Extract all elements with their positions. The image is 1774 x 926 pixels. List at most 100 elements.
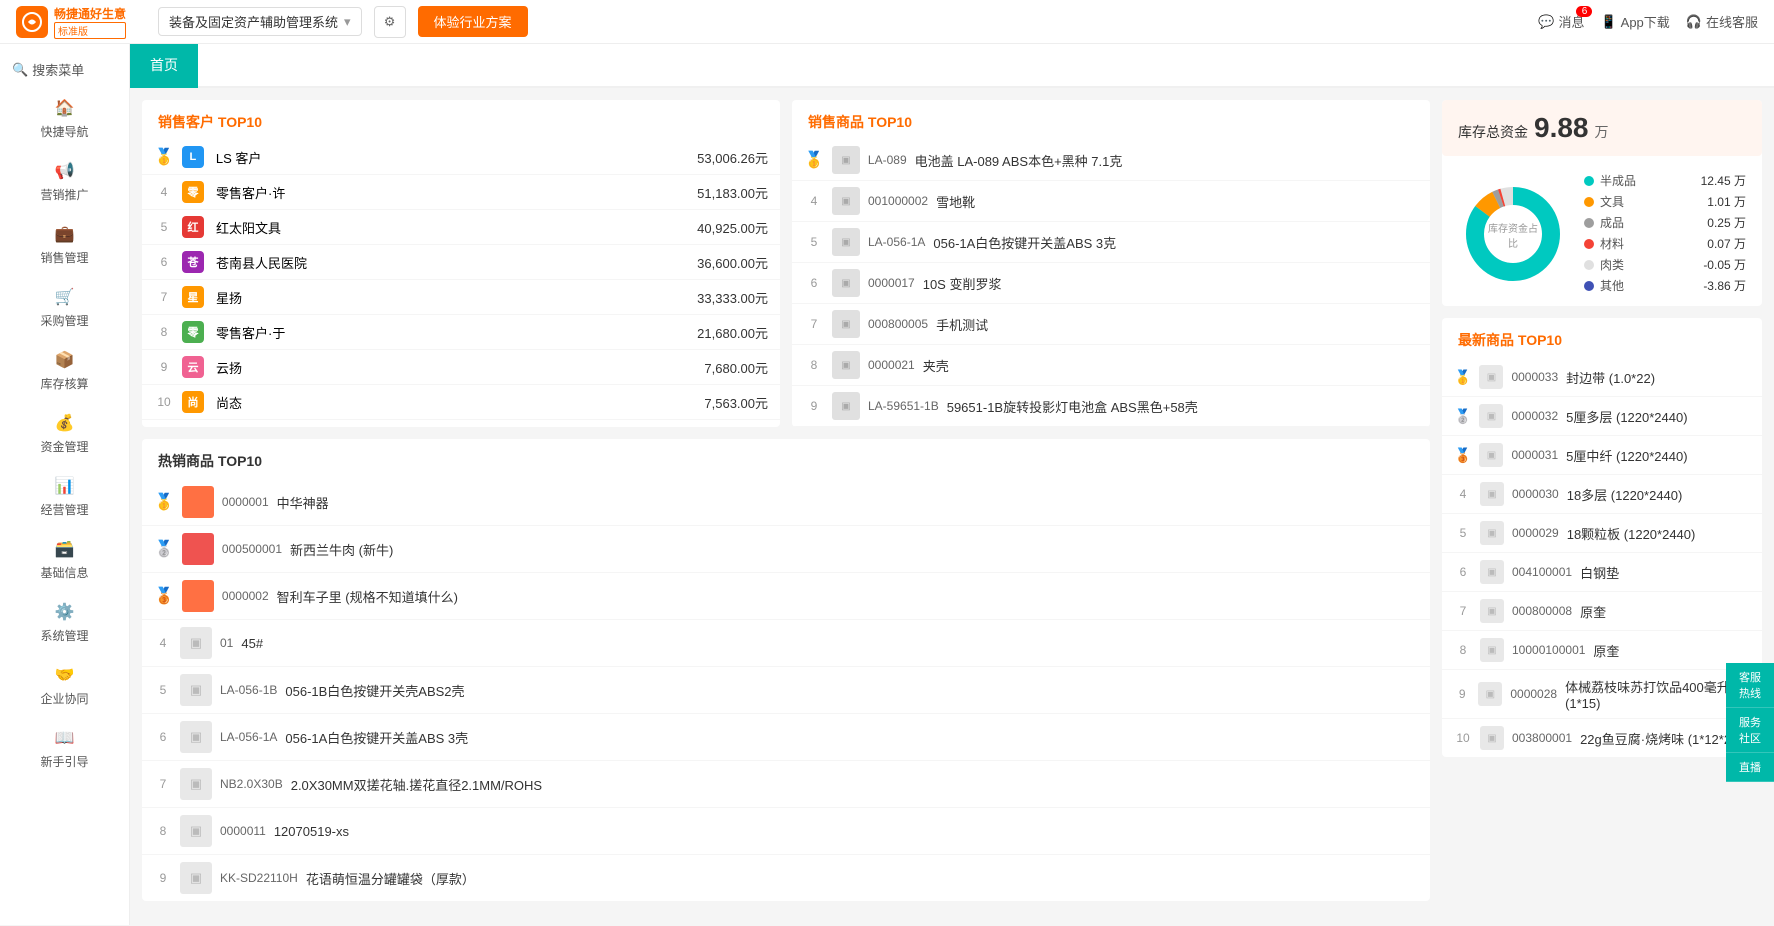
top-sales-products-card: 销售商品 TOP10 🥇 ▣ LA-089 电池盖 LA-089 ABS本色+黑… (792, 100, 1430, 427)
rank-number: 9 (1454, 687, 1470, 701)
rank-number: 5 (154, 683, 172, 697)
sidebar-item-10[interactable]: 📖新手引导 (0, 717, 129, 780)
sidebar-label-5: 资金管理 (40, 438, 88, 455)
customer-avatar: 苍 (182, 251, 204, 273)
top-customer-row: 4 零 零售客户·许 51,183.00元 (142, 175, 780, 210)
sidebar-item-0[interactable]: 🏠快捷导航 (0, 87, 129, 150)
rank-number: 9 (154, 871, 172, 885)
top-customer-row: 🥇 L LS 客户 53,006.26元 (142, 140, 780, 175)
sidebar-item-8[interactable]: ⚙️系统管理 (0, 591, 129, 654)
tab-home[interactable]: 首页 (130, 44, 198, 88)
sidebar-item-3[interactable]: 🛒采购管理 (0, 276, 129, 339)
online-service-button[interactable]: 🎧 在线客服 (1686, 12, 1758, 31)
hot-product-code: LA-056-1A (220, 730, 277, 744)
customer-avatar: 尚 (182, 391, 204, 413)
sidebar-item-6[interactable]: 📊经营管理 (0, 465, 129, 528)
search-menu-button[interactable]: 🔍 搜索菜单 (0, 52, 129, 87)
product-placeholder: ▣ (180, 627, 212, 659)
newest-product-row: 🥈 ▣ 0000032 5厘多层 (1220*2440) (1442, 397, 1762, 436)
hot-product-row: 9▣ KK-SD22110H 花语萌恒温分罐罐袋（厚款） (142, 855, 1430, 901)
search-icon: 🔍 (12, 62, 28, 78)
top-customer-row: 6 苍 苍南县人民医院 36,600.00元 (142, 245, 780, 280)
message-icon: 💬 (1538, 14, 1554, 30)
content-area: 销售客户 TOP10 🥇 L LS 客户 53,006.26元4 零 零售客户·… (130, 88, 1774, 925)
top-sales-product-row: 7 ▣ 000800005 手机测试 (792, 304, 1430, 345)
sidebar-item-4[interactable]: 📦库存核算 (0, 339, 129, 402)
product-placeholder: ▣ (180, 721, 212, 753)
customer-amount: 7,680.00元 (704, 358, 768, 377)
settings-button[interactable]: ⚙ (374, 6, 406, 38)
hot-product-code: 0000011 (220, 824, 266, 838)
sidebar-icon-1: 📢 (54, 160, 76, 182)
product-img-placeholder: ▣ (1480, 599, 1504, 623)
sidebar-item-2[interactable]: 💼 销售管理 (0, 213, 129, 276)
float-btn-1[interactable]: 服务 社区 (1726, 708, 1774, 753)
float-btn-2[interactable]: 直播 (1726, 753, 1774, 782)
product-img-placeholder: ▣ (1480, 726, 1504, 750)
app-download-button[interactable]: 📱 App下载 (1600, 12, 1669, 31)
sidebar-item-1[interactable]: 📢 营销推广 (0, 150, 129, 213)
rank-number: 5 (154, 220, 174, 234)
sidebar-item-5[interactable]: 💰资金管理 (0, 402, 129, 465)
messages-button[interactable]: 💬 消息 6 (1538, 12, 1584, 31)
hot-products-title: 热销商品 TOP10 (142, 439, 1430, 479)
sidebar-label-8: 系统管理 (40, 627, 88, 644)
hot-product-name: 2.0X30MM双搓花轴.搓花直径2.1MM/ROHS (291, 775, 542, 794)
legend-item: 成品 0.25 万 (1584, 214, 1746, 231)
product-placeholder: ▣ (180, 862, 212, 894)
newest-product-row: 8 ▣ 10000100001 原奎 (1442, 631, 1762, 670)
legend-dot (1584, 176, 1594, 186)
newest-product-row: 7 ▣ 000800008 原奎 (1442, 592, 1762, 631)
sidebar-item-9[interactable]: 🤝企业协同 (0, 654, 129, 717)
sidebar-item-7[interactable]: 🗃️基础信息 (0, 528, 129, 591)
newest-product-code: 0000028 (1510, 687, 1557, 701)
inventory-total: 库存总资金 9.88 万 (1458, 112, 1746, 144)
customer-name: LS 客户 (216, 148, 689, 167)
medal-icon: 🥇 (154, 492, 174, 512)
newest-product-code: 003800001 (1512, 731, 1572, 745)
rank-number: 4 (154, 636, 172, 650)
rank-number: 4 (1454, 487, 1472, 501)
sidebar-label-1: 营销推广 (40, 186, 88, 203)
sidebar-label-2: 销售管理 (40, 249, 88, 266)
legend-value: 1.01 万 (1707, 193, 1746, 210)
rank-number: 6 (154, 730, 172, 744)
hot-product-row: 🥈 000500001 新西兰牛肉 (新牛) (142, 526, 1430, 573)
product-name: 056-1A白色按键开关盖ABS 3克 (933, 233, 1418, 252)
product-img: ▣ (832, 228, 860, 256)
newest-product-code: 0000029 (1512, 526, 1559, 540)
system-selector[interactable]: 装备及固定资产辅助管理系统 ▾ (158, 7, 362, 36)
sidebar-icon-2: 💼 (54, 223, 76, 245)
hot-product-code: LA-056-1B (220, 683, 277, 697)
hot-product-name: 12070519-xs (274, 824, 349, 839)
phone-icon: 📱 (1600, 14, 1616, 30)
trial-button[interactable]: 体验行业方案 (418, 6, 528, 37)
sidebar-icon-7: 🗃️ (54, 538, 76, 560)
float-btn-0[interactable]: 客服 热线 (1726, 663, 1774, 708)
newest-product-row: 🥉 ▣ 0000031 5厘中纤 (1220*2440) (1442, 436, 1762, 475)
product-name: 手机测试 (936, 315, 1418, 334)
newest-product-row: 10 ▣ 003800001 22g鱼豆腐·烧烤味 (1*12*20) (1442, 719, 1762, 757)
product-img-placeholder: ▣ (1479, 443, 1503, 467)
sidebar-label-3: 采购管理 (40, 312, 88, 329)
rank-number: 7 (154, 290, 174, 304)
rank-number: 5 (804, 235, 824, 249)
product-code: LA-089 (868, 153, 907, 167)
top-sales-product-row: 8 ▣ 0000021 夹壳 (792, 345, 1430, 386)
rank-number: 9 (804, 399, 824, 413)
top-sales-products-title: 销售商品 TOP10 (792, 100, 1430, 140)
legend-item: 其他 -3.86 万 (1584, 277, 1746, 294)
legend-label: 成品 (1600, 214, 1624, 231)
product-img: ▣ (832, 351, 860, 379)
newest-product-code: 0000032 (1511, 409, 1558, 423)
newest-products-card: 最新商品 TOP10 🥇 ▣ 0000033 封边带 (1.0*22)🥈 ▣ 0… (1442, 318, 1762, 757)
logo-text: 畅捷通好生意 标准版 (54, 5, 126, 39)
hot-product-row: 8▣ 0000011 12070519-xs (142, 808, 1430, 855)
top-sales-product-row: 🥇 ▣ LA-089 电池盖 LA-089 ABS本色+黑种 7.1克 (792, 140, 1430, 181)
sidebar-icon-10: 📖 (54, 727, 76, 749)
customer-amount: 40,925.00元 (697, 218, 768, 237)
medal-icon: 🥉 (1454, 447, 1471, 464)
product-thumbnail (182, 486, 214, 518)
newest-product-name: 18颗粒板 (1220*2440) (1567, 524, 1696, 543)
sidebar-icon-6: 📊 (54, 475, 76, 497)
